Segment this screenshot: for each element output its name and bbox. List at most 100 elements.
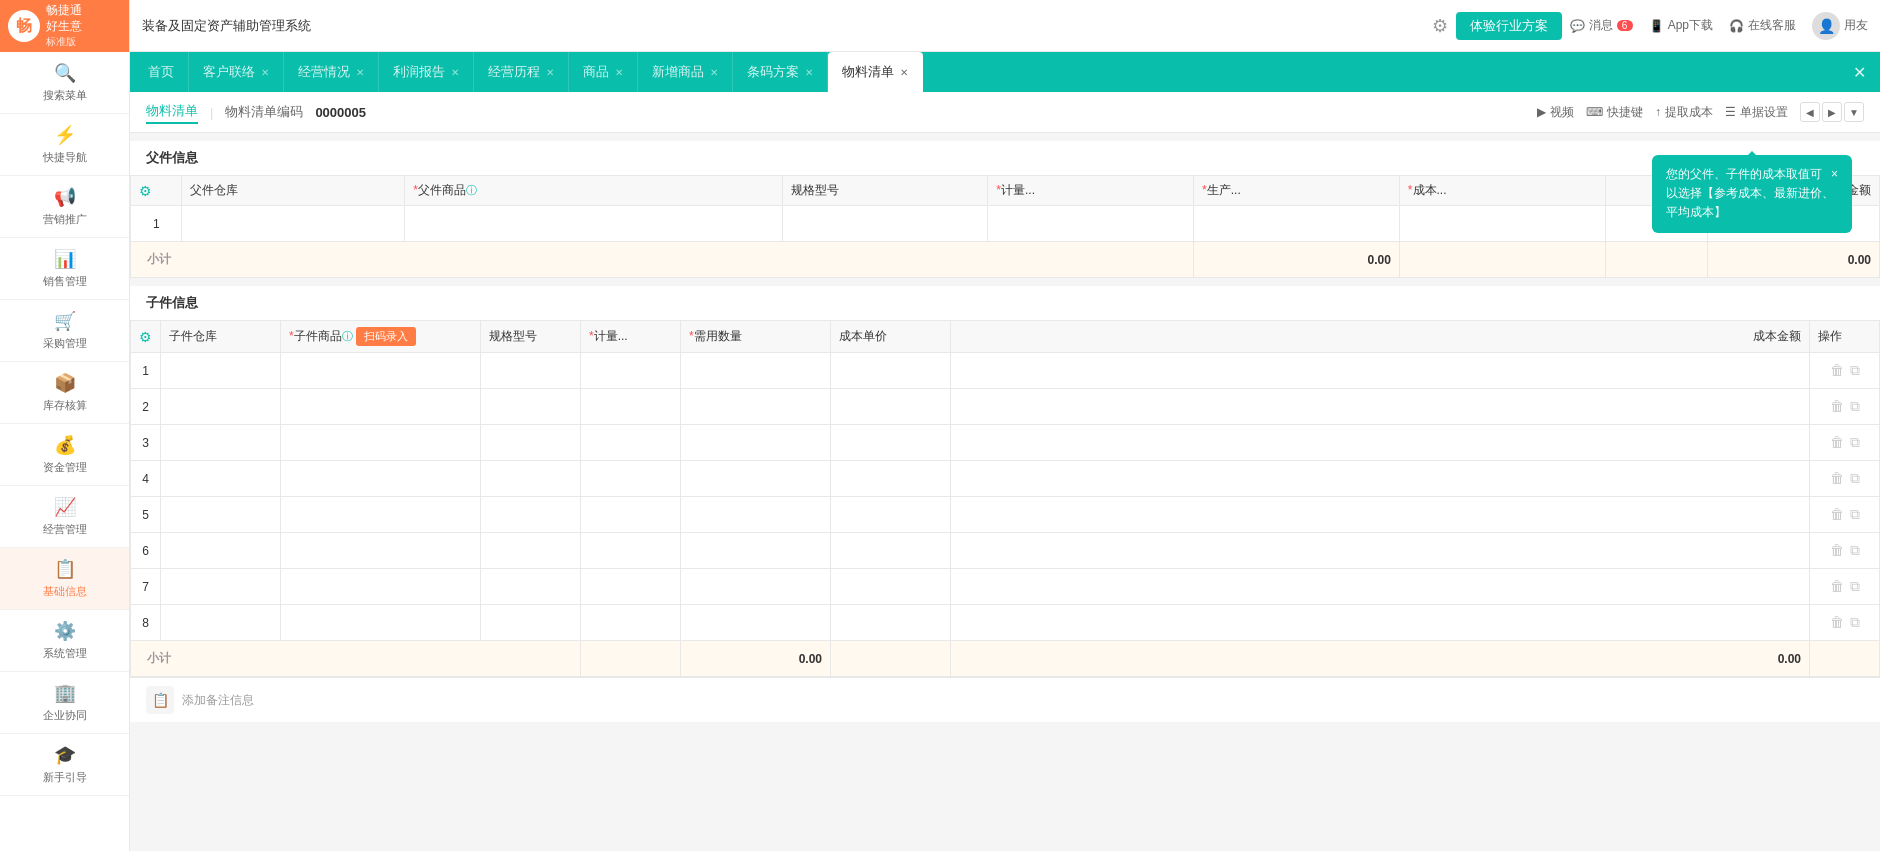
child-row-7-amount[interactable] <box>951 569 1810 605</box>
sidebar-item-finance[interactable]: 💰 资金管理 <box>0 424 129 486</box>
tab-barcode-close[interactable]: ✕ <box>805 67 813 78</box>
prev-arrow[interactable]: ◀ <box>1800 102 1820 122</box>
delete-icon-4[interactable]: 🗑 <box>1830 470 1844 487</box>
sidebar-item-marketing[interactable]: 📢 营销推广 <box>0 176 129 238</box>
tab-operation[interactable]: 经营情况 ✕ <box>284 52 379 92</box>
child-th-settings[interactable]: ⚙ <box>131 321 161 353</box>
child-row-7-warehouse[interactable] <box>161 569 281 605</box>
tab-home[interactable]: 首页 <box>134 52 189 92</box>
child-row-5-goods[interactable] <box>281 497 481 533</box>
child-row-8-warehouse[interactable] <box>161 605 281 641</box>
video-btn[interactable]: ▶ 视频 <box>1537 104 1574 121</box>
delete-icon-7[interactable]: 🗑 <box>1830 578 1844 595</box>
tab-goods[interactable]: 商品 ✕ <box>569 52 638 92</box>
delete-icon-3[interactable]: 🗑 <box>1830 434 1844 451</box>
tab-history[interactable]: 经营历程 ✕ <box>474 52 569 92</box>
tab-customer[interactable]: 客户联络 ✕ <box>189 52 284 92</box>
child-row-5-unit[interactable] <box>581 497 681 533</box>
sidebar-item-basic[interactable]: 📋 基础信息 <box>0 548 129 610</box>
child-row-4-warehouse[interactable] <box>161 461 281 497</box>
copy-icon-3[interactable]: ⧉ <box>1850 434 1860 451</box>
child-row-2-unit[interactable] <box>581 389 681 425</box>
online-service-action[interactable]: 🎧 在线客服 <box>1729 17 1796 34</box>
child-row-6-goods[interactable] <box>281 533 481 569</box>
goods-info-icon[interactable]: ⓘ <box>466 184 477 196</box>
child-row-6-spec[interactable] <box>481 533 581 569</box>
child-row-8-goods[interactable] <box>281 605 481 641</box>
child-row-3-price[interactable] <box>831 425 951 461</box>
tab-customer-close[interactable]: ✕ <box>261 67 269 78</box>
scan-button[interactable]: 扫码录入 <box>356 327 416 346</box>
child-row-2-spec[interactable] <box>481 389 581 425</box>
child-row-8-amount[interactable] <box>951 605 1810 641</box>
copy-icon-8[interactable]: ⧉ <box>1850 614 1860 631</box>
tab-goods-close[interactable]: ✕ <box>615 67 623 78</box>
sidebar-item-purchase[interactable]: 🛒 采购管理 <box>0 300 129 362</box>
child-row-8-unit[interactable] <box>581 605 681 641</box>
child-row-5-amount[interactable] <box>951 497 1810 533</box>
extract-cost-btn[interactable]: ↑ 提取成本 <box>1655 104 1713 121</box>
message-action[interactable]: 💬 消息 6 <box>1570 17 1633 34</box>
child-row-4-goods[interactable] <box>281 461 481 497</box>
sidebar-item-company[interactable]: 🏢 企业协同 <box>0 672 129 734</box>
child-row-3-qty[interactable] <box>681 425 831 461</box>
child-row-6-warehouse[interactable] <box>161 533 281 569</box>
child-row-5-warehouse[interactable] <box>161 497 281 533</box>
global-close-button[interactable]: ✕ <box>1843 63 1876 82</box>
sidebar-item-sales[interactable]: 📊 销售管理 <box>0 238 129 300</box>
parent-row-1-spec[interactable] <box>782 206 988 242</box>
parent-row-1-cost[interactable] <box>1399 206 1605 242</box>
user-action[interactable]: 👤 用友 <box>1812 12 1868 40</box>
sidebar-item-guide[interactable]: 🎓 新手引导 <box>0 734 129 796</box>
child-row-5-spec[interactable] <box>481 497 581 533</box>
shortcut-btn[interactable]: ⌨ 快捷键 <box>1586 104 1643 121</box>
child-row-7-qty[interactable] <box>681 569 831 605</box>
tooltip-close-button[interactable]: × <box>1831 165 1838 184</box>
child-row-3-warehouse[interactable] <box>161 425 281 461</box>
child-row-6-amount[interactable] <box>951 533 1810 569</box>
tab-new-goods[interactable]: 新增商品 ✕ <box>638 52 733 92</box>
parent-row-1-produce[interactable] <box>1194 206 1400 242</box>
child-row-8-spec[interactable] <box>481 605 581 641</box>
child-row-1-spec[interactable] <box>481 353 581 389</box>
tab-history-close[interactable]: ✕ <box>546 67 554 78</box>
tab-barcode[interactable]: 条码方案 ✕ <box>733 52 828 92</box>
copy-icon-7[interactable]: ⧉ <box>1850 578 1860 595</box>
trial-button[interactable]: 体验行业方案 <box>1456 12 1562 40</box>
copy-icon-5[interactable]: ⧉ <box>1850 506 1860 523</box>
child-row-3-unit[interactable] <box>581 425 681 461</box>
delete-icon-8[interactable]: 🗑 <box>1830 614 1844 631</box>
child-row-4-qty[interactable] <box>681 461 831 497</box>
tab-bom[interactable]: 物料清单 ✕ <box>828 52 923 92</box>
note-icon[interactable]: 📋 <box>146 686 174 714</box>
child-row-3-spec[interactable] <box>481 425 581 461</box>
child-row-1-warehouse[interactable] <box>161 353 281 389</box>
child-row-5-price[interactable] <box>831 497 951 533</box>
delete-icon-2[interactable]: 🗑 <box>1830 398 1844 415</box>
sidebar-item-system[interactable]: ⚙️ 系统管理 <box>0 610 129 672</box>
child-row-1-goods[interactable] <box>281 353 481 389</box>
menu-arrow[interactable]: ▼ <box>1844 102 1864 122</box>
child-row-6-qty[interactable] <box>681 533 831 569</box>
tab-operation-close[interactable]: ✕ <box>356 67 364 78</box>
sidebar-item-search[interactable]: 🔍 搜索菜单 <box>0 52 129 114</box>
delete-icon-1[interactable]: 🗑 <box>1830 362 1844 379</box>
parent-row-1-warehouse[interactable] <box>182 206 405 242</box>
child-row-3-amount[interactable] <box>951 425 1810 461</box>
child-row-2-warehouse[interactable] <box>161 389 281 425</box>
sidebar-item-inventory[interactable]: 📦 库存核算 <box>0 362 129 424</box>
child-row-8-price[interactable] <box>831 605 951 641</box>
tab-profit[interactable]: 利润报告 ✕ <box>379 52 474 92</box>
child-row-4-price[interactable] <box>831 461 951 497</box>
child-row-6-unit[interactable] <box>581 533 681 569</box>
tab-new-goods-close[interactable]: ✕ <box>710 67 718 78</box>
parent-row-1-unit[interactable] <box>988 206 1194 242</box>
copy-icon-4[interactable]: ⧉ <box>1850 470 1860 487</box>
copy-icon-6[interactable]: ⧉ <box>1850 542 1860 559</box>
child-row-3-goods[interactable] <box>281 425 481 461</box>
child-row-2-price[interactable] <box>831 389 951 425</box>
child-row-5-qty[interactable] <box>681 497 831 533</box>
child-row-7-goods[interactable] <box>281 569 481 605</box>
parent-row-1-goods[interactable] <box>405 206 782 242</box>
bill-settings-btn[interactable]: ☰ 单据设置 <box>1725 104 1788 121</box>
